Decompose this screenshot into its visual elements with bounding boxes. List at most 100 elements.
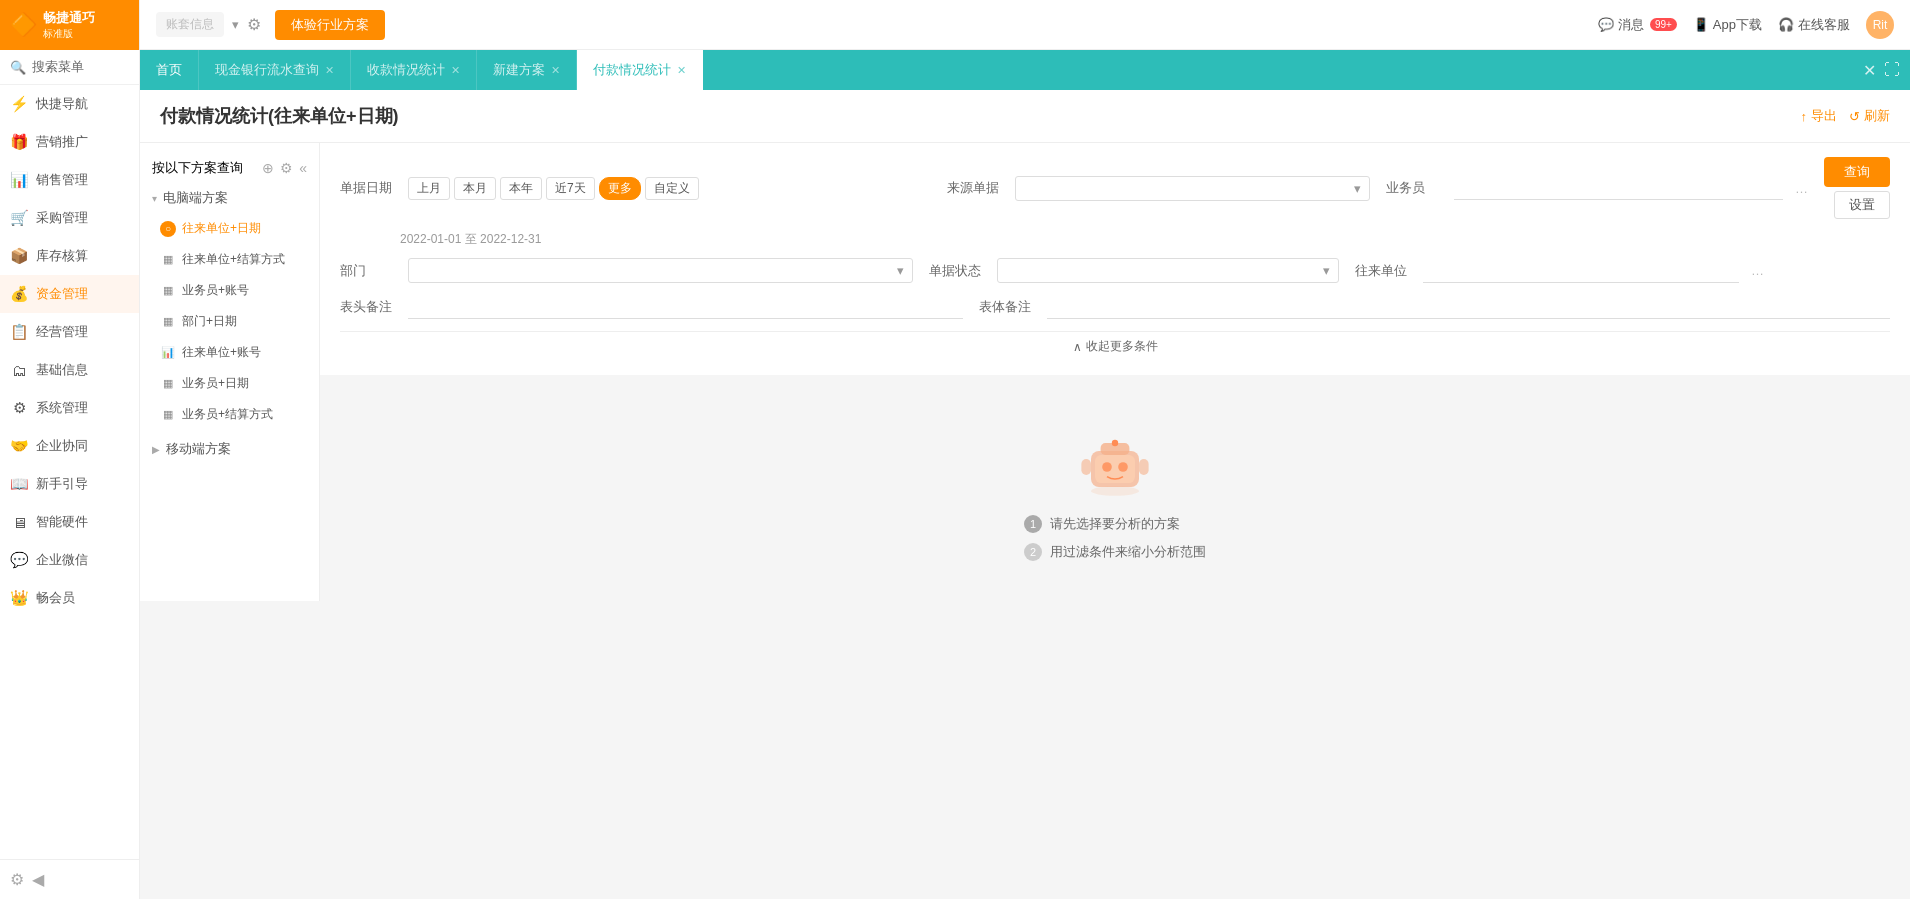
topbar: 账套信息 ▾ ⚙ 体验行业方案 💬 消息 99+ 📱 App下载 🎧 在线客服 … <box>140 0 1910 50</box>
sidebar-item-label: 系统管理 <box>36 399 88 417</box>
body-note-input[interactable] <box>1047 295 1891 319</box>
trial-btn[interactable]: 体验行业方案 <box>275 10 385 40</box>
scheme-item-salesperson-account[interactable]: ▦ 业务员+账号 <box>140 275 319 306</box>
scheme-item-dept-date[interactable]: ▦ 部门+日期 <box>140 306 319 337</box>
scheme-item-partner-account[interactable]: 📊 往来单位+账号 <box>140 337 319 368</box>
scheme-item-partner-settle[interactable]: ▦ 往来单位+结算方式 <box>140 244 319 275</box>
doc-status-select[interactable]: ▾ <box>997 258 1338 283</box>
scheme-item-icon-salesperson-account: ▦ <box>160 283 176 299</box>
date-btns: 上月 本月 本年 近7天 更多 自定义 <box>408 177 699 200</box>
tab-home[interactable]: 首页 <box>140 50 199 90</box>
sidebar-item-operations[interactable]: 📋 经营管理 <box>0 313 139 351</box>
refresh-btn[interactable]: ↺ 刷新 <box>1849 107 1890 125</box>
topbar-account[interactable]: 账套信息 <box>156 12 224 37</box>
query-btn[interactable]: 查询 <box>1824 157 1890 187</box>
logo-text: 畅捷通巧 <box>43 9 95 27</box>
scheme-collapse-btn[interactable]: « <box>299 160 307 176</box>
sidebar-item-label: 销售管理 <box>36 171 88 189</box>
partner-input[interactable] <box>1423 259 1739 283</box>
sidebar-item-purchase[interactable]: 🛒 采购管理 <box>0 199 139 237</box>
sidebar-logo: 🔶 畅捷通巧 标准版 <box>0 0 139 50</box>
member-icon: 👑 <box>10 589 28 607</box>
user-avatar[interactable]: Rit <box>1866 11 1894 39</box>
date-btn-custom[interactable]: 自定义 <box>645 177 699 200</box>
content-area: 付款情况统计(往来单位+日期) ↑ 导出 ↺ 刷新 按以下方案查询 ⊕ <box>140 90 1910 899</box>
export-btn[interactable]: ↑ 导出 <box>1801 107 1838 125</box>
tab-bank-flow[interactable]: 现金银行流水查询 ✕ <box>199 50 351 90</box>
tab-new-plan-close[interactable]: ✕ <box>551 64 560 77</box>
dept-select[interactable]: ▾ <box>408 258 913 283</box>
date-btn-this-year[interactable]: 本年 <box>500 177 542 200</box>
search-label: 搜索菜单 <box>32 58 84 76</box>
service-btn[interactable]: 🎧 在线客服 <box>1778 16 1850 34</box>
tab-bank-flow-close[interactable]: ✕ <box>325 64 334 77</box>
partner-dots[interactable]: … <box>1751 263 1764 278</box>
sidebar-item-sales[interactable]: 📊 销售管理 <box>0 161 139 199</box>
sidebar-item-hardware[interactable]: 🖥 智能硬件 <box>0 503 139 541</box>
scheme-item-partner-date[interactable]: ○ 往来单位+日期 <box>140 213 319 244</box>
tab-close-all-btn[interactable]: ✕ <box>1863 61 1876 80</box>
scheme-desktop-header[interactable]: ▾ 电脑端方案 <box>140 183 319 213</box>
scheme-mobile-header[interactable]: ▶ 移动端方案 <box>140 434 319 464</box>
sidebar-item-marketing[interactable]: 🎁 营销推广 <box>0 123 139 161</box>
sidebar-search[interactable]: 🔍 搜索菜单 <box>0 50 139 85</box>
logo-sub: 标准版 <box>43 27 95 41</box>
scheme-item-label: 往来单位+账号 <box>182 344 261 361</box>
tab-expand-btn[interactable]: ⛶ <box>1884 61 1900 79</box>
tabbar-right: ✕ ⛶ <box>1853 50 1910 90</box>
service-label: 在线客服 <box>1798 16 1850 34</box>
doc-status-select-arrow: ▾ <box>1323 263 1330 278</box>
filter-dept-col: 部门 ▾ <box>340 258 913 283</box>
topbar-settings-icon[interactable]: ⚙ <box>247 15 261 34</box>
scheme-settings-btn[interactable]: ⚙ <box>280 160 293 176</box>
refresh-icon: ↺ <box>1849 109 1860 124</box>
sidebar-item-label: 采购管理 <box>36 209 88 227</box>
sidebar-settings-btn[interactable]: ⚙ <box>10 870 24 889</box>
sidebar-item-finance[interactable]: 💰 资金管理 <box>0 275 139 313</box>
sidebar-item-guide[interactable]: 📖 新手引导 <box>0 465 139 503</box>
sidebar-item-enterprise[interactable]: 🤝 企业协同 <box>0 427 139 465</box>
sidebar-item-inventory[interactable]: 📦 库存核算 <box>0 237 139 275</box>
settings-btn[interactable]: 设置 <box>1834 191 1890 219</box>
sidebar-item-member[interactable]: 👑 畅会员 <box>0 579 139 617</box>
sidebar-item-system[interactable]: ⚙ 系统管理 <box>0 389 139 427</box>
scheme-panel-actions: ⊕ ⚙ « <box>262 160 307 176</box>
date-btn-this-month[interactable]: 本月 <box>454 177 496 200</box>
filter-row-3: 表头备注 表体备注 <box>340 295 1890 319</box>
sidebar-item-quick-nav[interactable]: ⚡ 快捷导航 <box>0 85 139 123</box>
scheme-add-btn[interactable]: ⊕ <box>262 160 274 176</box>
date-btn-last-7[interactable]: 近7天 <box>546 177 595 200</box>
tip-num-2: 2 <box>1024 543 1042 561</box>
tabbar: 首页 现金银行流水查询 ✕ 收款情况统计 ✕ 新建方案 ✕ 付款情况统计 ✕ ✕… <box>140 50 1910 90</box>
tab-payment-stats-close[interactable]: ✕ <box>677 64 686 77</box>
filter-doc-status-col: 单据状态 ▾ <box>929 258 1338 283</box>
source-select[interactable]: ▾ <box>1015 176 1369 201</box>
svg-rect-7 <box>1081 459 1091 475</box>
tab-receipt-stats-close[interactable]: ✕ <box>451 64 460 77</box>
filter-body-note-col: 表体备注 <box>979 295 1891 319</box>
date-btn-more[interactable]: 更多 <box>599 177 641 200</box>
topbar-dropdown-arrow[interactable]: ▾ <box>232 17 239 32</box>
service-icon: 🎧 <box>1778 17 1794 32</box>
svg-point-6 <box>1112 440 1118 446</box>
date-btn-last-month[interactable]: 上月 <box>408 177 450 200</box>
sidebar-collapse-btn[interactable]: ◀ <box>32 870 44 889</box>
sidebar-item-label: 营销推广 <box>36 133 88 151</box>
message-btn[interactable]: 💬 消息 99+ <box>1598 16 1677 34</box>
app-download-btn[interactable]: 📱 App下载 <box>1693 16 1762 34</box>
scheme-panel-title: 按以下方案查询 <box>152 159 243 177</box>
sidebar-item-wechat[interactable]: 💬 企业微信 <box>0 541 139 579</box>
salesperson-input[interactable] <box>1454 176 1783 200</box>
tab-receipt-stats[interactable]: 收款情况统计 ✕ <box>351 50 477 90</box>
salesperson-dots[interactable]: … <box>1795 181 1808 196</box>
collapse-btn[interactable]: ∧ 收起更多条件 <box>340 331 1890 361</box>
header-note-input[interactable] <box>408 295 963 319</box>
tab-payment-stats[interactable]: 付款情况统计 ✕ <box>577 50 703 90</box>
scheme-item-salesperson-settle[interactable]: ▦ 业务员+结算方式 <box>140 399 319 430</box>
scheme-item-salesperson-date[interactable]: ▦ 业务员+日期 <box>140 368 319 399</box>
sidebar: 🔶 畅捷通巧 标准版 🔍 搜索菜单 ⚡ 快捷导航 🎁 营销推广 📊 销售管理 🛒… <box>0 0 140 899</box>
sidebar-item-basic-info[interactable]: 🗂 基础信息 <box>0 351 139 389</box>
search-icon: 🔍 <box>10 60 26 75</box>
tab-new-plan[interactable]: 新建方案 ✕ <box>477 50 577 90</box>
sidebar-item-label: 快捷导航 <box>36 95 88 113</box>
